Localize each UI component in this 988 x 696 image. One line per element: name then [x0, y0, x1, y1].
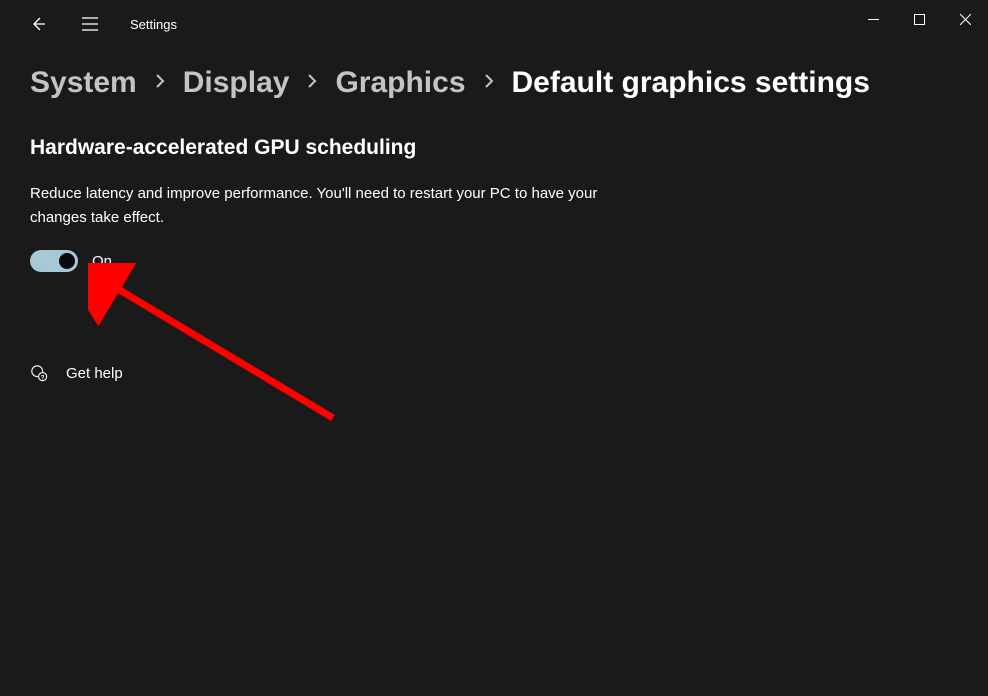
- menu-button[interactable]: [70, 4, 110, 44]
- breadcrumb-graphics[interactable]: Graphics: [335, 66, 465, 100]
- gpu-scheduling-toggle-row: On: [30, 250, 958, 272]
- breadcrumb: System Display Graphics Default graphics…: [0, 48, 988, 110]
- minimize-button[interactable]: [850, 0, 896, 38]
- window-controls: [850, 0, 988, 38]
- minimize-icon: [868, 14, 879, 25]
- breadcrumb-system[interactable]: System: [30, 66, 137, 100]
- chevron-right-icon: [307, 73, 317, 94]
- maximize-button[interactable]: [896, 0, 942, 38]
- title-bar: Settings: [0, 0, 988, 48]
- arrow-left-icon: [30, 16, 46, 32]
- section-title: Hardware-accelerated GPU scheduling: [30, 136, 958, 160]
- svg-text:?: ?: [41, 374, 45, 381]
- close-icon: [960, 14, 971, 25]
- close-button[interactable]: [942, 0, 988, 38]
- toggle-thumb: [59, 253, 75, 269]
- main-content: Hardware-accelerated GPU scheduling Redu…: [0, 110, 988, 408]
- back-button[interactable]: [18, 4, 58, 44]
- breadcrumb-display[interactable]: Display: [183, 66, 290, 100]
- app-title: Settings: [130, 17, 177, 32]
- toggle-state-label: On: [92, 253, 112, 270]
- help-icon: ?: [30, 364, 48, 382]
- chevron-right-icon: [484, 73, 494, 94]
- hamburger-icon: [82, 17, 98, 31]
- section-description: Reduce latency and improve performance. …: [30, 182, 610, 230]
- help-label: Get help: [66, 365, 123, 382]
- get-help-link[interactable]: ? Get help: [30, 364, 958, 382]
- maximize-icon: [914, 14, 925, 25]
- breadcrumb-current: Default graphics settings: [512, 66, 870, 100]
- chevron-right-icon: [155, 73, 165, 94]
- gpu-scheduling-toggle[interactable]: [30, 250, 78, 272]
